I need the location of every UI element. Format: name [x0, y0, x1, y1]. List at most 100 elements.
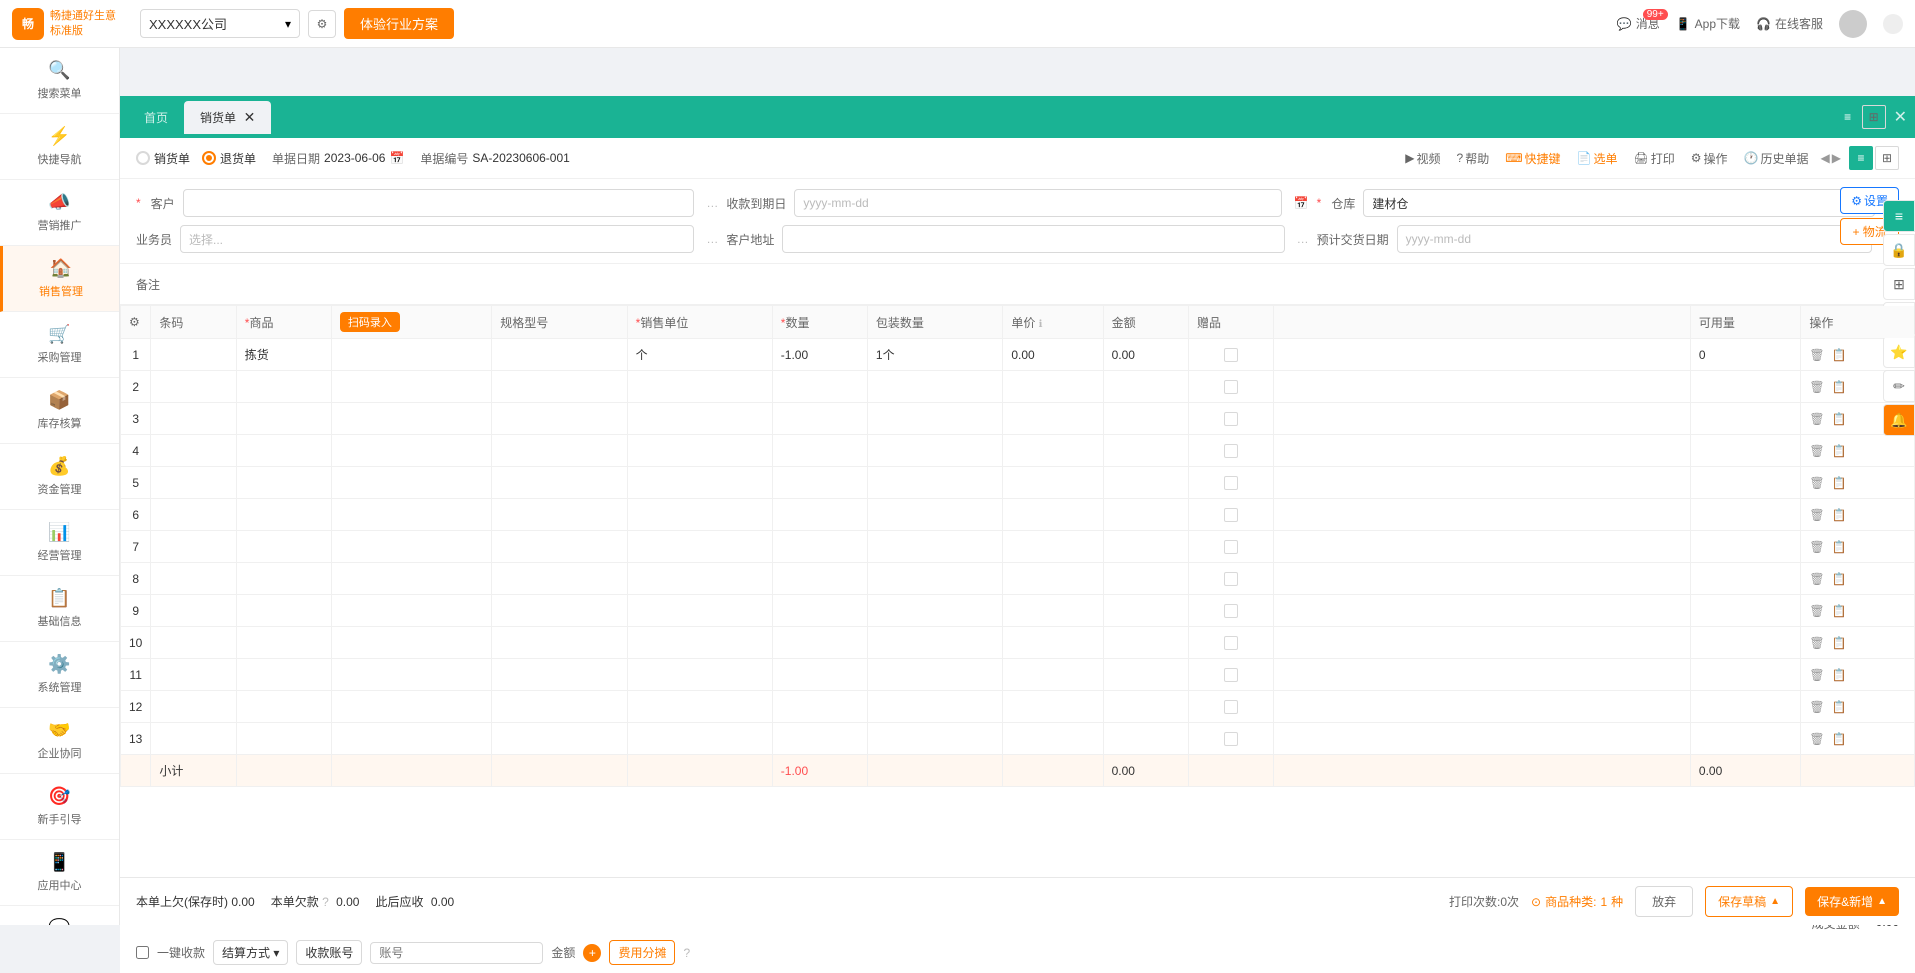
app-download-button[interactable]: 📱 App下载	[1676, 15, 1740, 32]
delete-row-icon[interactable]: 🗑	[1809, 604, 1824, 618]
copy-row-icon[interactable]: 📋	[1832, 636, 1847, 650]
barcode-cell[interactable]	[151, 691, 236, 723]
sidebar-item-appstore[interactable]: 📱 应用中心	[0, 840, 119, 906]
customer-input[interactable]	[183, 189, 695, 217]
product-cell[interactable]	[236, 627, 331, 659]
unit-cell[interactable]	[627, 595, 772, 627]
shortcut-btn[interactable]: ⌨ 快捷键	[1501, 148, 1564, 169]
calc-method-selector[interactable]: 结算方式 ▾	[213, 940, 288, 965]
delete-row-icon[interactable]: 🗑	[1809, 700, 1824, 714]
gift-cell[interactable]	[1189, 499, 1274, 531]
copy-row-icon[interactable]: 📋	[1832, 412, 1847, 426]
online-service-button[interactable]: 🎧 在线客服	[1756, 15, 1823, 32]
qty-cell[interactable]	[772, 563, 867, 595]
col-settings[interactable]: ⚙	[121, 306, 151, 339]
amount-cell[interactable]	[1103, 627, 1188, 659]
pkg-qty-cell[interactable]	[867, 595, 1002, 627]
product-cell[interactable]	[236, 371, 331, 403]
gift-cell[interactable]	[1189, 659, 1274, 691]
sidebar-item-marketing[interactable]: 📣 营销推广	[0, 180, 119, 246]
delete-row-icon[interactable]: 🗑	[1809, 636, 1824, 650]
spec-cell[interactable]	[492, 659, 627, 691]
gift-cell[interactable]	[1189, 371, 1274, 403]
sidebar-item-search[interactable]: 🔍 搜索菜单	[0, 48, 119, 114]
product-cell[interactable]	[236, 531, 331, 563]
barcode-cell[interactable]	[151, 435, 236, 467]
pkg-qty-cell[interactable]	[867, 627, 1002, 659]
notes-input[interactable]	[168, 270, 1899, 298]
unit-cell[interactable]	[627, 563, 772, 595]
product-cell[interactable]	[236, 563, 331, 595]
spec-cell[interactable]	[492, 723, 627, 755]
gift-cell[interactable]	[1189, 563, 1274, 595]
sidebar-item-inventory[interactable]: 📦 库存核算	[0, 378, 119, 444]
sidebar-item-shortcut[interactable]: ⚡ 快捷导航	[0, 114, 119, 180]
pkg-qty-cell[interactable]	[867, 371, 1002, 403]
prev-icon[interactable]: ◀	[1821, 151, 1830, 165]
qty-cell[interactable]	[772, 595, 867, 627]
price-cell[interactable]	[1003, 371, 1103, 403]
warehouse-input[interactable]: 建材仓	[1363, 189, 1875, 217]
copy-row-icon[interactable]: 📋	[1832, 508, 1847, 522]
barcode-cell[interactable]	[151, 595, 236, 627]
amount-cell[interactable]	[1103, 371, 1188, 403]
barcode-cell[interactable]	[151, 371, 236, 403]
tab-sales-order[interactable]: 销货单 ✕	[184, 101, 271, 134]
delete-row-icon[interactable]: 🗑	[1809, 380, 1824, 394]
sidebar-item-sales[interactable]: 🏠 销售管理	[0, 246, 119, 312]
spec-cell[interactable]	[492, 531, 627, 563]
sidebar-item-purchase[interactable]: 🛒 采购管理	[0, 312, 119, 378]
expected-delivery-input[interactable]: yyyy-mm-dd	[1397, 225, 1872, 253]
spec-cell[interactable]	[492, 339, 627, 371]
gift-cell[interactable]	[1189, 723, 1274, 755]
barcode-cell[interactable]	[151, 531, 236, 563]
list-view-btn[interactable]: ≡	[1836, 105, 1860, 129]
copy-row-icon[interactable]: 📋	[1832, 604, 1847, 618]
sidebar-item-finance[interactable]: 💰 资金管理	[0, 444, 119, 510]
delete-row-icon[interactable]: 🗑	[1809, 668, 1824, 682]
spec-cell[interactable]	[492, 691, 627, 723]
sidebar-item-operation[interactable]: 📊 经营管理	[0, 510, 119, 576]
payment-calendar-icon[interactable]: 📅	[1294, 196, 1309, 210]
price-cell[interactable]	[1003, 403, 1103, 435]
copy-row-icon[interactable]: 📋	[1832, 348, 1847, 362]
expense-question-icon[interactable]: ?	[683, 946, 690, 960]
price-cell[interactable]	[1003, 531, 1103, 563]
qty-cell[interactable]	[772, 499, 867, 531]
gift-cell[interactable]	[1189, 467, 1274, 499]
float-icon-5[interactable]: ⭐	[1883, 336, 1915, 368]
gift-cell[interactable]	[1189, 435, 1274, 467]
product-cell[interactable]	[236, 691, 331, 723]
unit-cell[interactable]: 个	[627, 339, 772, 371]
delete-row-icon[interactable]: 🗑	[1809, 540, 1824, 554]
account-selector[interactable]: 收款账号	[296, 940, 362, 965]
qty-cell[interactable]	[772, 723, 867, 755]
pkg-qty-cell[interactable]: 1个	[867, 339, 1002, 371]
float-icon-6[interactable]: ✏	[1883, 370, 1915, 402]
amount-cell[interactable]	[1103, 723, 1188, 755]
delete-row-icon[interactable]: 🗑	[1809, 508, 1824, 522]
gift-cell[interactable]	[1189, 531, 1274, 563]
salesperson-input[interactable]: 选择...	[180, 225, 694, 253]
price-cell[interactable]	[1003, 723, 1103, 755]
form-grid-view-btn[interactable]: ⊞	[1875, 146, 1899, 170]
abandon-button[interactable]: 放弃	[1635, 886, 1693, 917]
gift-cell[interactable]	[1189, 595, 1274, 627]
sidebar-item-enterprise[interactable]: 🤝 企业协同	[0, 708, 119, 774]
amount-cell[interactable]	[1103, 563, 1188, 595]
amount-cell[interactable]	[1103, 659, 1188, 691]
qty-cell[interactable]	[772, 371, 867, 403]
one-key-payment-checkbox[interactable]	[136, 946, 149, 959]
amount-cell[interactable]	[1103, 499, 1188, 531]
barcode-cell[interactable]	[151, 403, 236, 435]
radio-return[interactable]: 退货单	[202, 150, 256, 167]
float-icon-1[interactable]: ≡	[1883, 200, 1915, 232]
amount-cell[interactable]: 0.00	[1103, 339, 1188, 371]
unit-cell[interactable]	[627, 499, 772, 531]
float-icon-7[interactable]: 🔔	[1883, 404, 1915, 436]
qty-cell[interactable]	[772, 403, 867, 435]
unit-cell[interactable]	[627, 659, 772, 691]
copy-row-icon[interactable]: 📋	[1832, 380, 1847, 394]
pkg-qty-cell[interactable]	[867, 467, 1002, 499]
radio-sales[interactable]: 销货单	[136, 150, 190, 167]
